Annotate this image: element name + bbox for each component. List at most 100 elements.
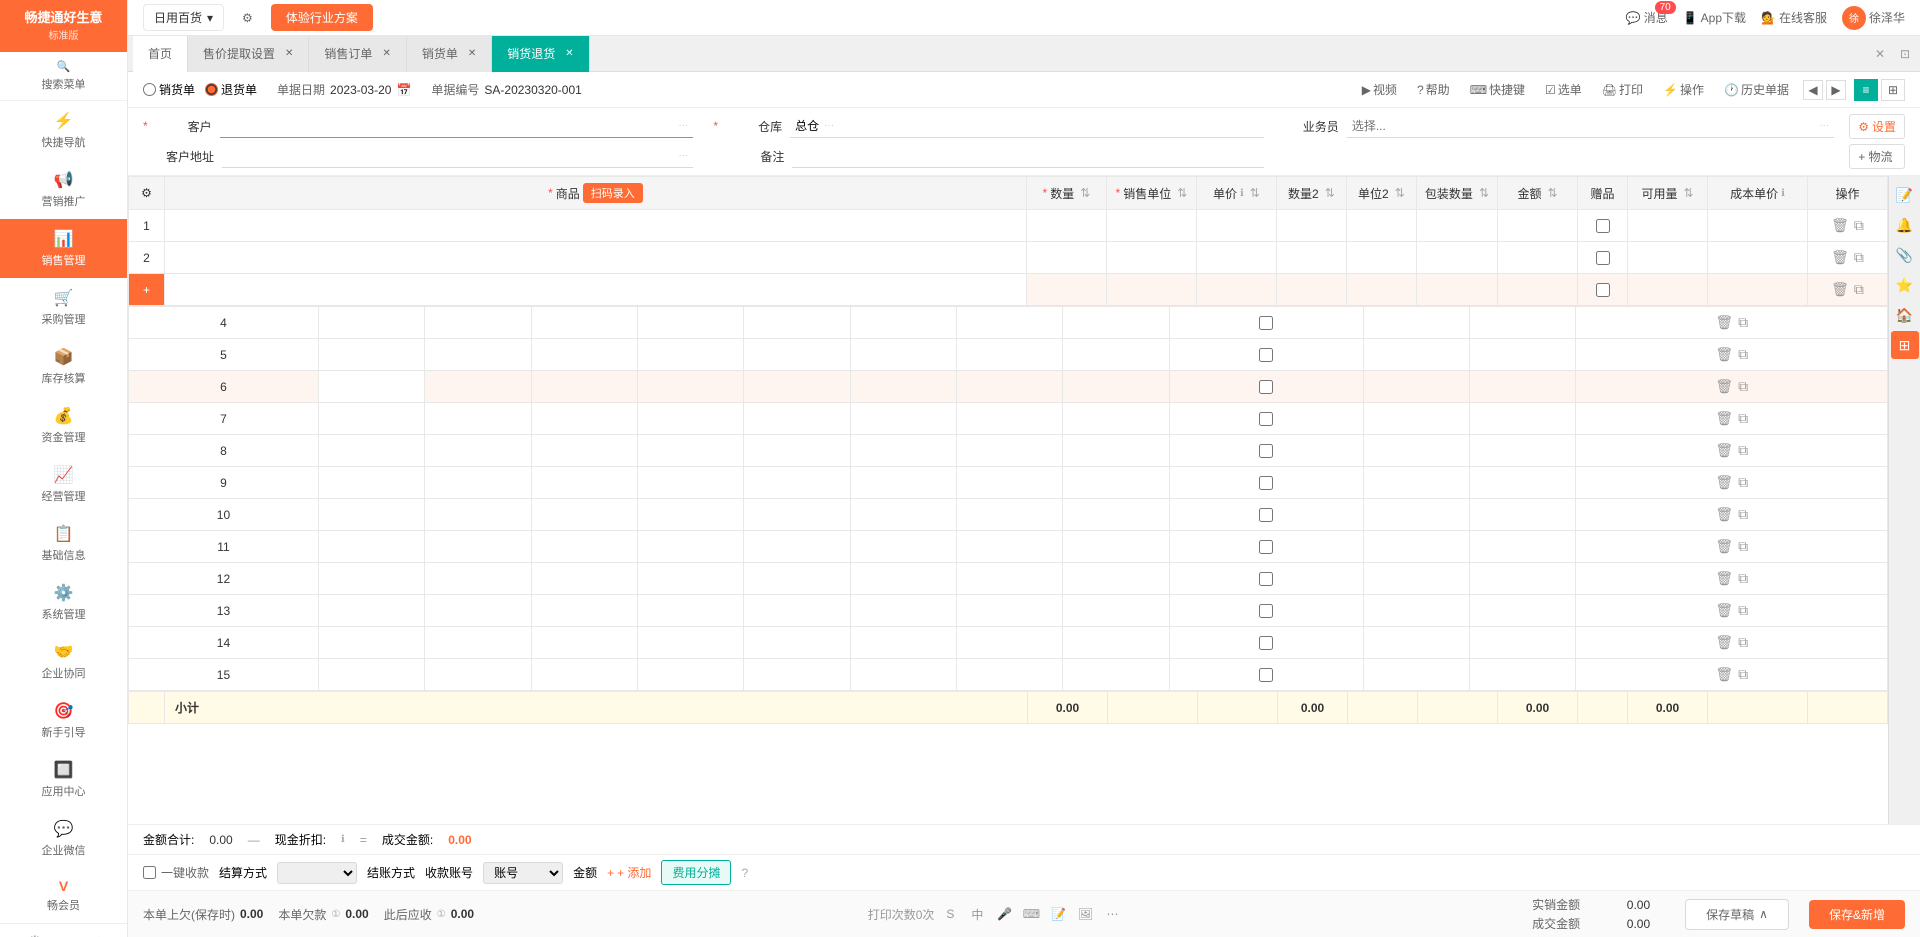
delete-icon[interactable]: 🗑 xyxy=(1715,602,1733,619)
gift-cell[interactable] xyxy=(1169,659,1363,691)
copy-icon[interactable]: ⧉ xyxy=(1738,410,1748,427)
pack-sort-icon[interactable]: ⇅ xyxy=(1479,186,1489,200)
gift-cell[interactable] xyxy=(1169,563,1363,595)
sidebar-item-purchase-mgmt[interactable]: 🛒 采购管理 xyxy=(0,278,127,337)
cost-cell[interactable] xyxy=(1470,435,1576,467)
rs-icon-2[interactable]: 🔔 xyxy=(1891,211,1919,239)
sidebar-item-weixin[interactable]: 💬 企业微信 xyxy=(0,809,127,868)
unit-cell[interactable] xyxy=(531,307,637,339)
unit2-cell[interactable] xyxy=(1346,210,1416,242)
goods-cell[interactable] xyxy=(318,563,424,595)
help-btn[interactable]: ? 帮助 xyxy=(1411,78,1456,101)
price-cell[interactable] xyxy=(638,435,744,467)
delete-icon[interactable]: 🗑 xyxy=(1715,538,1733,555)
cost-cell[interactable] xyxy=(1470,627,1576,659)
goods-cell[interactable] xyxy=(318,595,424,627)
salesperson-input[interactable]: ··· xyxy=(1347,114,1834,138)
copy-icon[interactable]: ⧉ xyxy=(1738,346,1748,363)
cost-cell-active[interactable] xyxy=(1708,274,1808,306)
app-download-btn[interactable]: 📱 App下载 xyxy=(1683,9,1746,26)
pack-cell[interactable] xyxy=(957,435,1063,467)
amount-cell[interactable] xyxy=(1063,339,1169,371)
sidebar-item-basic-info[interactable]: 📋 基础信息 xyxy=(0,514,127,573)
cost-cell[interactable] xyxy=(1708,210,1808,242)
qty-cell[interactable] xyxy=(425,659,531,691)
unit-sort-icon[interactable]: ⇅ xyxy=(1177,186,1187,200)
radio-return-input[interactable] xyxy=(205,83,218,96)
amount-cell[interactable] xyxy=(1063,371,1169,403)
maximize-btn[interactable]: ⊡ xyxy=(1895,44,1915,64)
price-cell-active[interactable] xyxy=(1196,274,1276,306)
save-draft-btn[interactable]: 保存草稿 ∧ xyxy=(1685,899,1789,930)
remark-input[interactable] xyxy=(792,144,1263,168)
avail-cell[interactable] xyxy=(1363,659,1469,691)
unit-cell[interactable] xyxy=(531,371,637,403)
gift-checkbox[interactable] xyxy=(1259,636,1273,650)
gift-cell[interactable] xyxy=(1578,242,1628,274)
qty-cell[interactable] xyxy=(425,307,531,339)
goods-cell[interactable] xyxy=(318,403,424,435)
amount-cell[interactable] xyxy=(1063,563,1169,595)
gift-checkbox[interactable] xyxy=(1259,476,1273,490)
customer-dots[interactable]: ··· xyxy=(678,120,688,131)
copy-icon[interactable]: ⧉ xyxy=(1854,249,1864,266)
salesperson-dots[interactable]: ··· xyxy=(1819,120,1829,131)
sidebar-item-sales-mgmt[interactable]: 📊 销售管理 xyxy=(0,219,127,278)
amount-cell[interactable] xyxy=(1063,435,1169,467)
amount-sort-icon[interactable]: ⇅ xyxy=(1547,186,1557,200)
history-btn[interactable]: 🕐 历史单据 xyxy=(1718,78,1795,101)
qty-cell[interactable] xyxy=(425,371,531,403)
next-page-btn[interactable]: ▶ xyxy=(1826,80,1846,100)
close-tab-btn[interactable]: ✕ xyxy=(1870,44,1890,64)
avail-cell[interactable] xyxy=(1363,467,1469,499)
goods-cell[interactable] xyxy=(318,627,424,659)
radio-return[interactable]: 退货单 xyxy=(205,81,257,98)
sidebar-item-enterprise[interactable]: 🤝 企业协同 xyxy=(0,632,127,691)
sougou-icon[interactable]: S xyxy=(939,903,961,925)
avail-cell[interactable] xyxy=(1363,563,1469,595)
qty2-sort-icon[interactable]: ⇅ xyxy=(1325,186,1335,200)
copy-icon[interactable]: ⧉ xyxy=(1738,666,1748,683)
select-btn[interactable]: ☑ 选单 xyxy=(1539,78,1588,101)
address-dots[interactable]: ··· xyxy=(678,150,688,161)
amount-cell[interactable] xyxy=(1498,242,1578,274)
pack-cell[interactable] xyxy=(957,627,1063,659)
amount-cell[interactable] xyxy=(1498,210,1578,242)
avail-cell[interactable] xyxy=(1363,307,1469,339)
amount-cell[interactable] xyxy=(1063,403,1169,435)
video-btn[interactable]: ▶ 视频 xyxy=(1356,78,1403,101)
unit2-cell[interactable] xyxy=(850,467,956,499)
avail-cell[interactable] xyxy=(1363,627,1469,659)
qty-cell[interactable] xyxy=(425,499,531,531)
warehouse-input[interactable]: 总仓 ··· xyxy=(790,114,1264,138)
header-settings-btn[interactable]: ⚙ xyxy=(234,7,261,29)
goods-cell[interactable] xyxy=(318,659,424,691)
pack-cell-active[interactable] xyxy=(1416,274,1497,306)
amount-cell[interactable] xyxy=(1063,659,1169,691)
copy-icon[interactable]: ⧉ xyxy=(1738,538,1748,555)
qty2-cell[interactable] xyxy=(744,307,850,339)
unit-cell[interactable] xyxy=(531,339,637,371)
qty2-cell[interactable] xyxy=(744,563,850,595)
try-industry-btn[interactable]: 体验行业方案 xyxy=(271,4,373,31)
sidebar-item-inventory[interactable]: 📦 库存核算 xyxy=(0,337,127,396)
unit-cell[interactable] xyxy=(1106,242,1196,274)
tab-price-settings[interactable]: 售价提取设置 ✕ xyxy=(188,36,309,72)
sidebar-item-vip[interactable]: V 畅会员 xyxy=(0,868,127,923)
cost-cell[interactable] xyxy=(1470,307,1576,339)
qty-cell[interactable] xyxy=(1026,210,1106,242)
gift-cell[interactable] xyxy=(1169,499,1363,531)
gift-cell[interactable] xyxy=(1169,627,1363,659)
copy-icon[interactable]: ⧉ xyxy=(1738,378,1748,395)
unit2-cell[interactable] xyxy=(850,403,956,435)
gift-cell[interactable] xyxy=(1169,595,1363,627)
price-cell[interactable] xyxy=(1196,210,1276,242)
qty2-cell[interactable] xyxy=(744,531,850,563)
copy-icon[interactable]: ⧉ xyxy=(1854,281,1864,298)
copy-icon[interactable]: ⧉ xyxy=(1738,442,1748,459)
copy-icon[interactable]: ⧉ xyxy=(1738,570,1748,587)
goods-cell[interactable] xyxy=(318,371,424,403)
price-cell[interactable] xyxy=(638,595,744,627)
qty-cell-active[interactable] xyxy=(1026,274,1106,306)
tab-sales-delivery-close[interactable]: ✕ xyxy=(468,48,476,59)
